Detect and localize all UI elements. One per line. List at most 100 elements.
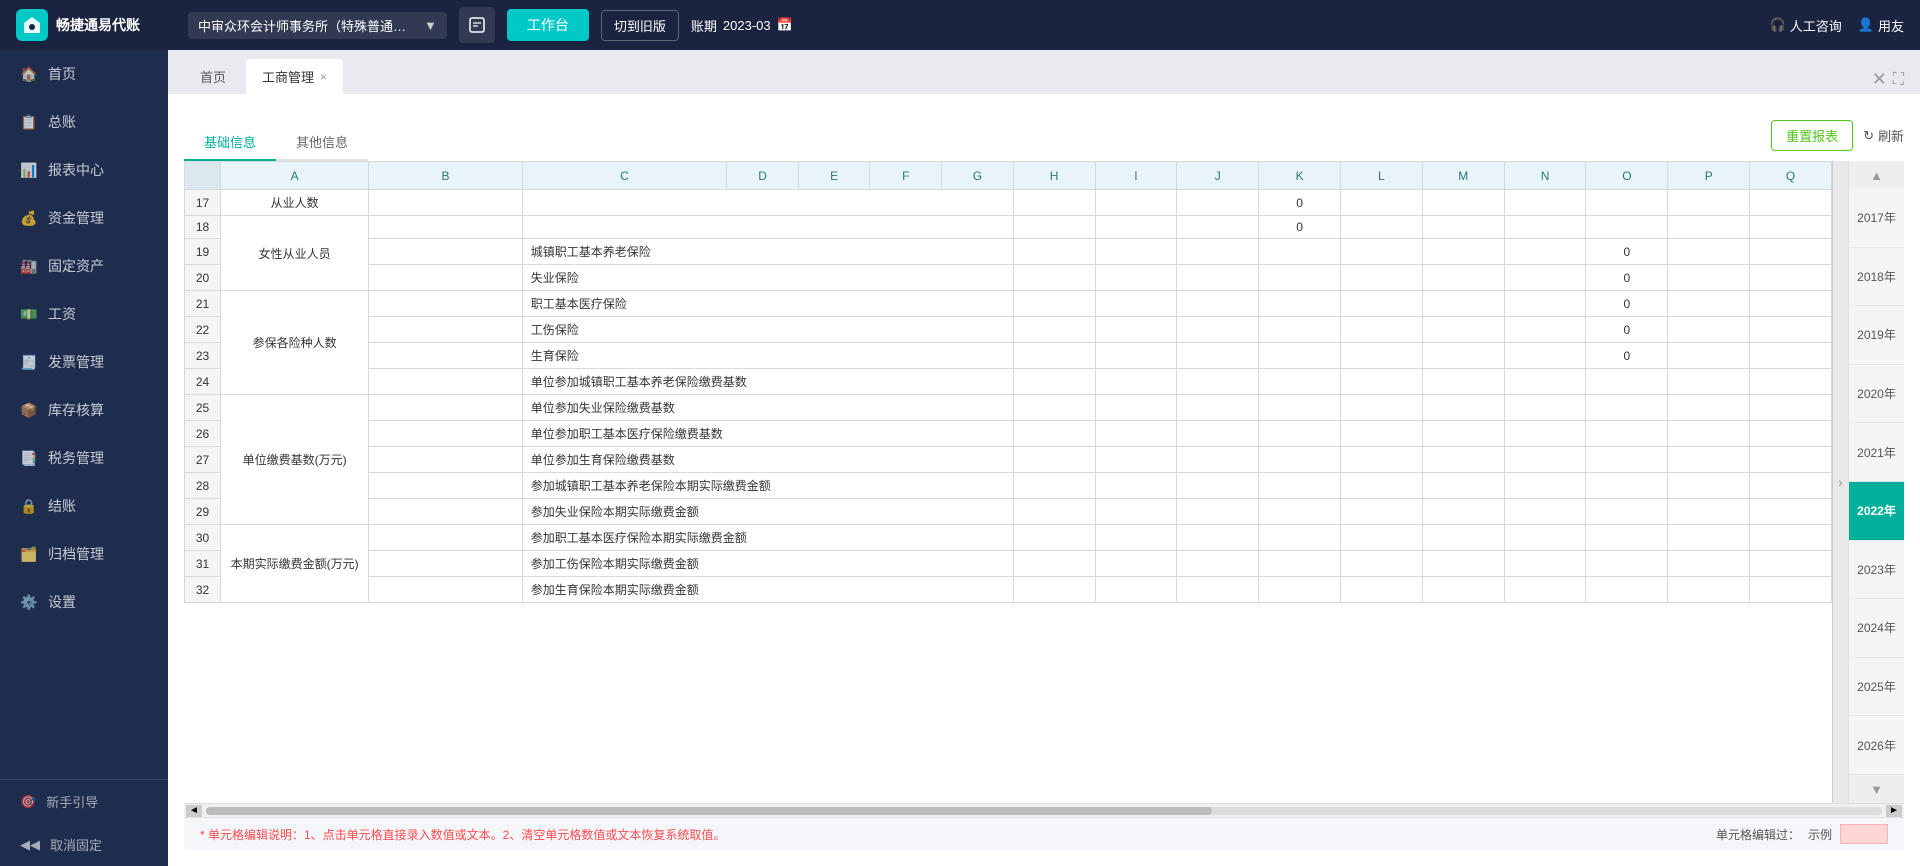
year-item-2017年[interactable]: 2017年 xyxy=(1849,189,1904,248)
calendar-icon[interactable]: 📅 xyxy=(777,17,793,33)
cell-j[interactable] xyxy=(1177,421,1259,447)
cell-n[interactable] xyxy=(1504,395,1586,421)
close-window-icon[interactable]: ✕ xyxy=(1872,69,1887,90)
cell-m[interactable] xyxy=(1422,317,1504,343)
cell-i[interactable] xyxy=(1095,421,1177,447)
cell-i[interactable] xyxy=(1095,239,1177,265)
cell-q[interactable] xyxy=(1750,551,1832,577)
cell-p[interactable] xyxy=(1668,291,1750,317)
cell-b[interactable] xyxy=(369,447,522,473)
cell-j[interactable] xyxy=(1177,265,1259,291)
cell-h[interactable] xyxy=(1013,216,1095,239)
cell-l[interactable] xyxy=(1340,551,1422,577)
cell-b[interactable] xyxy=(369,216,522,239)
cell-p[interactable] xyxy=(1668,317,1750,343)
cell-c[interactable]: 参加工伤保险本期实际缴费金额 xyxy=(522,551,1013,577)
cell-n[interactable] xyxy=(1504,216,1586,239)
cell-j[interactable] xyxy=(1177,447,1259,473)
cell-n[interactable] xyxy=(1504,421,1586,447)
cell-l[interactable] xyxy=(1340,317,1422,343)
refresh-button[interactable]: ↻ 刷新 xyxy=(1863,126,1904,145)
cell-k[interactable] xyxy=(1259,525,1341,551)
cell-m[interactable] xyxy=(1422,421,1504,447)
cell-b[interactable] xyxy=(369,239,522,265)
year-item-2023年[interactable]: 2023年 xyxy=(1849,541,1904,600)
cell-k[interactable] xyxy=(1259,369,1341,395)
cell-j[interactable] xyxy=(1177,317,1259,343)
cell-o[interactable] xyxy=(1586,525,1668,551)
sidebar-item-salary[interactable]: 💵工资 xyxy=(0,290,168,338)
cell-h[interactable] xyxy=(1013,265,1095,291)
cell-i[interactable] xyxy=(1095,473,1177,499)
cell-b[interactable] xyxy=(369,317,522,343)
cell-h[interactable] xyxy=(1013,551,1095,577)
cell-p[interactable] xyxy=(1668,421,1750,447)
cell-n[interactable] xyxy=(1504,473,1586,499)
cell-i[interactable] xyxy=(1095,265,1177,291)
cell-h[interactable] xyxy=(1013,369,1095,395)
tab-gongshang[interactable]: 工商管理 × xyxy=(246,59,343,94)
cell-q[interactable] xyxy=(1750,577,1832,603)
cell-p[interactable] xyxy=(1668,577,1750,603)
cell-k[interactable] xyxy=(1259,473,1341,499)
cell-h[interactable] xyxy=(1013,421,1095,447)
cell-n[interactable] xyxy=(1504,343,1586,369)
cell-j[interactable] xyxy=(1177,343,1259,369)
cell-i[interactable] xyxy=(1095,369,1177,395)
cell-i[interactable] xyxy=(1095,291,1177,317)
cell-o[interactable]: 0 xyxy=(1586,265,1668,291)
cell-m[interactable] xyxy=(1422,577,1504,603)
cell-j[interactable] xyxy=(1177,291,1259,317)
cell-o[interactable] xyxy=(1586,369,1668,395)
sidebar-item-unpin[interactable]: ◀◀ 取消固定 xyxy=(0,823,168,866)
cell-p[interactable] xyxy=(1668,551,1750,577)
cell-b[interactable] xyxy=(369,369,522,395)
cell-j[interactable] xyxy=(1177,395,1259,421)
cell-o[interactable]: 0 xyxy=(1586,291,1668,317)
cell-n[interactable] xyxy=(1504,190,1586,216)
cell-a[interactable]: 单位缴费基数(万元) xyxy=(221,395,369,525)
cell-k[interactable] xyxy=(1259,499,1341,525)
cell-b[interactable] xyxy=(369,525,522,551)
cell-i[interactable] xyxy=(1095,190,1177,216)
cell-k[interactable] xyxy=(1259,551,1341,577)
sidebar-item-closing[interactable]: 🔒结账 xyxy=(0,482,168,530)
cell-i[interactable] xyxy=(1095,317,1177,343)
cell-a[interactable]: 女性从业人员 xyxy=(221,216,369,291)
cell-m[interactable] xyxy=(1422,447,1504,473)
cell-h[interactable] xyxy=(1013,577,1095,603)
cell-j[interactable] xyxy=(1177,216,1259,239)
sidebar-item-assets[interactable]: 🏭固定资产 xyxy=(0,242,168,290)
cell-m[interactable] xyxy=(1422,265,1504,291)
cell-a[interactable]: 本期实际缴费金额(万元) xyxy=(221,525,369,603)
cell-m[interactable] xyxy=(1422,239,1504,265)
cell-c[interactable] xyxy=(522,216,1013,239)
cell-l[interactable] xyxy=(1340,421,1422,447)
cell-o[interactable] xyxy=(1586,577,1668,603)
cell-k[interactable] xyxy=(1259,421,1341,447)
cell-h[interactable] xyxy=(1013,525,1095,551)
cell-c[interactable]: 参加职工基本医疗保险本期实际缴费金额 xyxy=(522,525,1013,551)
cell-m[interactable] xyxy=(1422,190,1504,216)
maximize-icon[interactable]: ⛶ xyxy=(1893,71,1904,89)
cell-i[interactable] xyxy=(1095,525,1177,551)
sidebar-item-reports[interactable]: 📊报表中心 xyxy=(0,146,168,194)
year-item-2026年[interactable]: 2026年 xyxy=(1849,716,1904,775)
customer-service-button[interactable]: 🎧 人工咨询 xyxy=(1770,16,1842,35)
cell-i[interactable] xyxy=(1095,577,1177,603)
year-item-2019年[interactable]: 2019年 xyxy=(1849,306,1904,365)
cell-h[interactable] xyxy=(1013,447,1095,473)
cell-b[interactable] xyxy=(369,499,522,525)
cell-a[interactable]: 从业人数 xyxy=(221,190,369,216)
cell-b[interactable] xyxy=(369,190,522,216)
cell-j[interactable] xyxy=(1177,525,1259,551)
scroll-right-button[interactable]: ► xyxy=(1886,805,1902,817)
cell-n[interactable] xyxy=(1504,369,1586,395)
cell-c[interactable]: 城镇职工基本养老保险 xyxy=(522,239,1013,265)
cell-p[interactable] xyxy=(1668,369,1750,395)
scroll-left-button[interactable]: ◄ xyxy=(186,805,202,817)
cell-h[interactable] xyxy=(1013,395,1095,421)
cell-q[interactable] xyxy=(1750,369,1832,395)
cell-p[interactable] xyxy=(1668,265,1750,291)
cell-l[interactable] xyxy=(1340,577,1422,603)
